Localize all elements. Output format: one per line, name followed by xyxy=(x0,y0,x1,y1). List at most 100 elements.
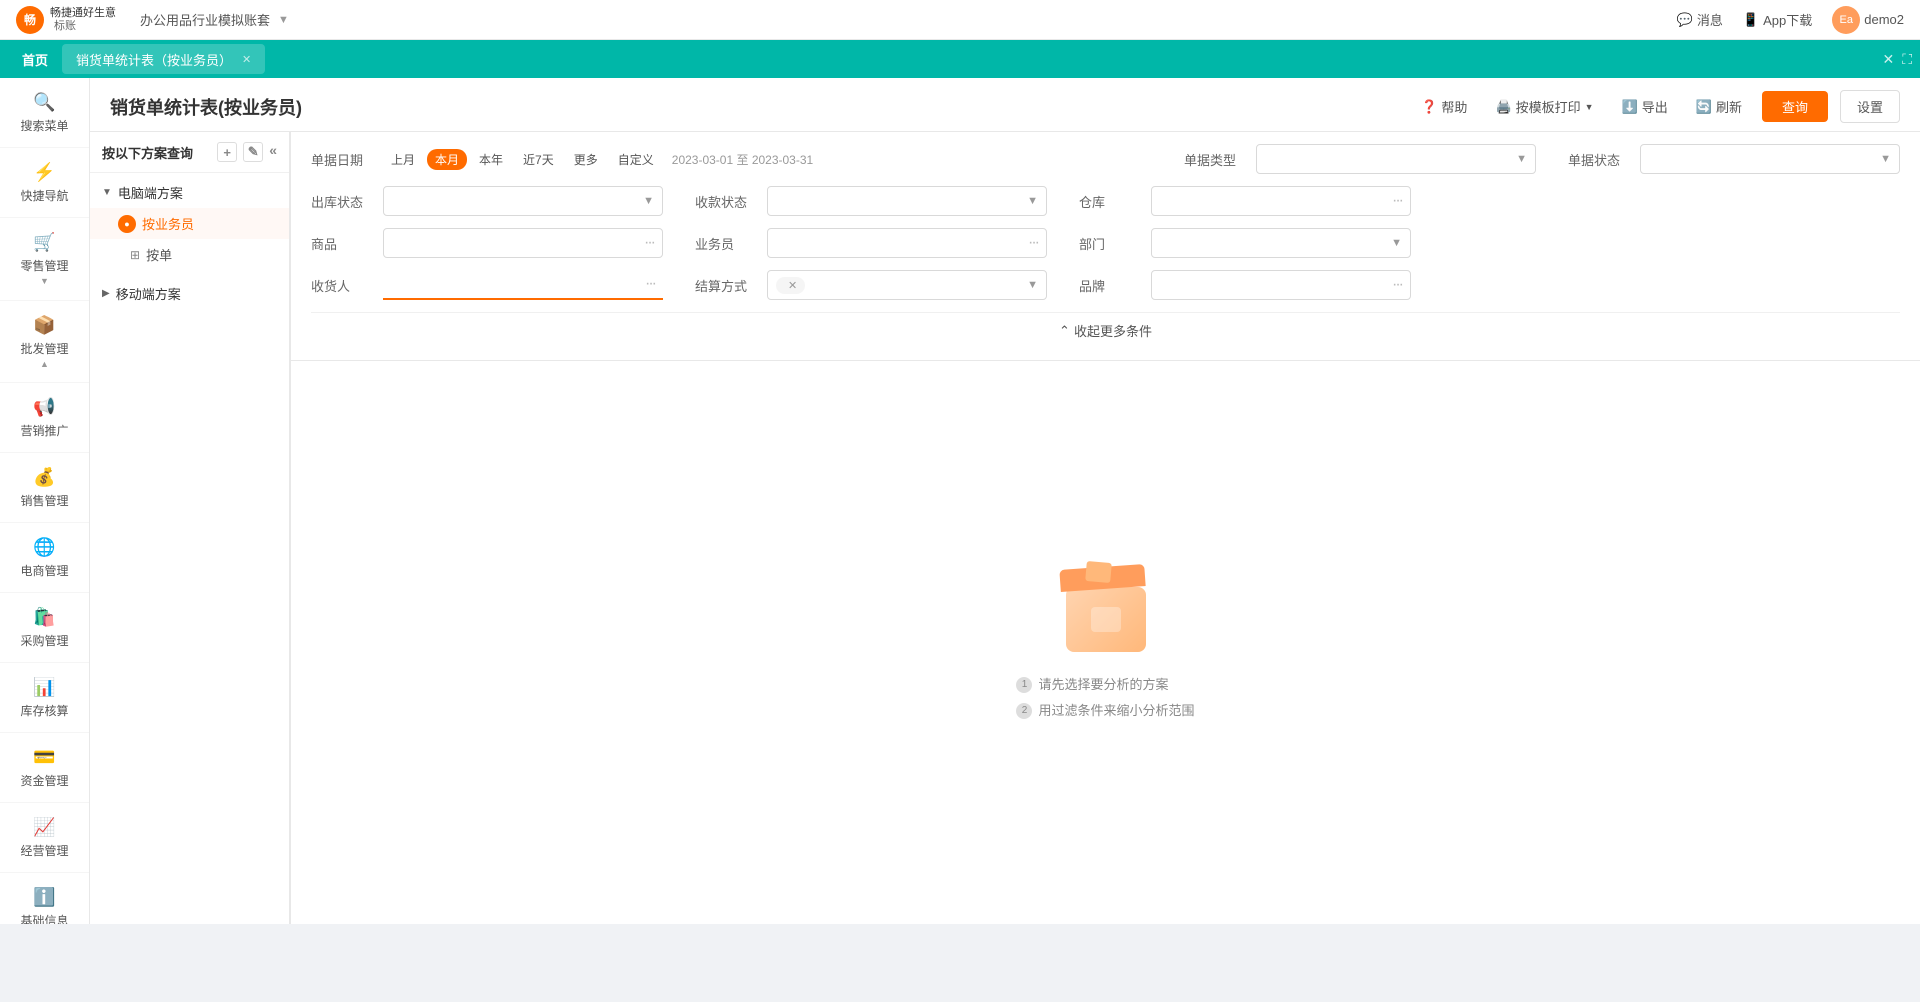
date-tab-custom[interactable]: 自定义 xyxy=(610,149,662,170)
query-button[interactable]: 查询 xyxy=(1762,91,1828,122)
page-header-actions: ❓ 帮助 🖨️ 按模板打印 ▼ ⬇️ 导出 🔄 刷新 查询 设置 xyxy=(1413,90,1900,123)
sidebar-item-ecommerce[interactable]: 🌐 电商管理 xyxy=(0,523,89,593)
scheme-icon-salesperson: ● xyxy=(118,215,136,233)
payment-method-clear-icon[interactable]: ✕ xyxy=(788,279,797,292)
sidebar-item-wholesale[interactable]: 📦 批发管理 ▲ xyxy=(0,301,89,384)
page-header: 销货单统计表(按业务员) ❓ 帮助 🖨️ 按模板打印 ▼ ⬇️ 导出 🔄 刷 xyxy=(90,78,1920,132)
filter-row-4: 收货人 ··· 结算方式 ✕ ▼ 品牌 xyxy=(311,270,1900,300)
sidebar-item-finance[interactable]: 💳 资金管理 xyxy=(0,733,89,803)
mobile-group-label: 移动端方案 xyxy=(116,284,181,303)
product-more-icon: ··· xyxy=(644,234,654,252)
finance-icon: 💳 xyxy=(33,745,55,770)
add-icon: + xyxy=(223,145,231,160)
scheme-label-salesperson: 按业务员 xyxy=(142,214,194,233)
payment-method-control[interactable]: ✕ ▼ xyxy=(767,270,1047,300)
tab-home-label: 首页 xyxy=(22,50,48,69)
mobile-triangle-icon: ▶ xyxy=(102,288,110,299)
payment-method-dropdown-icon: ▼ xyxy=(1027,279,1038,291)
help-icon: ❓ xyxy=(1421,99,1437,115)
warehouse-control[interactable]: ··· xyxy=(1151,186,1411,216)
salesperson-control[interactable]: ··· xyxy=(767,228,1047,258)
app-download-button[interactable]: 📱 App下载 xyxy=(1743,10,1812,29)
tab-sales-stats-label: 销货单统计表（按业务员） xyxy=(76,50,232,69)
logo-area: 畅 畅捷通好生意 标账 xyxy=(16,6,116,34)
out-stock-control[interactable]: ▼ xyxy=(383,186,663,216)
tab-close-icon[interactable]: ✕ xyxy=(242,53,251,66)
department-control[interactable]: ▼ xyxy=(1151,228,1411,258)
box-label xyxy=(1091,607,1121,632)
empty-illustration xyxy=(1046,562,1166,652)
brand-label: 品牌 xyxy=(1079,276,1139,295)
order-icon: ⊞ xyxy=(130,248,140,262)
sidebar-item-sales[interactable]: 💰 销售管理 xyxy=(0,453,89,523)
retail-expand-icon: ▼ xyxy=(40,275,49,288)
sidebar-item-retail[interactable]: 🛒 零售管理 ▼ xyxy=(0,218,89,301)
date-tab-last-month[interactable]: 上月 xyxy=(383,149,423,170)
sidebar-item-search-menu[interactable]: 🔍 搜索菜单 xyxy=(0,78,89,148)
department-dropdown-icon: ▼ xyxy=(1391,237,1402,249)
avatar: Ea xyxy=(1832,6,1860,34)
tab-maximize-icon[interactable]: ⛶ xyxy=(1902,51,1912,68)
sidebar-label-inventory: 库存核算 xyxy=(20,703,68,720)
tab-sales-stats[interactable]: 销货单统计表（按业务员） ✕ xyxy=(62,44,265,74)
product-label: 商品 xyxy=(311,234,371,253)
scheme-by-order[interactable]: ⊞ 按单 xyxy=(90,239,289,270)
order-type-dropdown-icon: ▼ xyxy=(1516,153,1527,165)
sidebar-item-quick-nav[interactable]: ⚡ 快捷导航 xyxy=(0,148,89,218)
sidebar-item-purchase[interactable]: 🛍️ 采购管理 xyxy=(0,593,89,663)
sidebar-item-marketing[interactable]: 📢 营销推广 xyxy=(0,383,89,453)
order-status-label: 单据状态 xyxy=(1568,150,1628,169)
receipt-status-label: 收款状态 xyxy=(695,192,755,211)
message-button[interactable]: 💬 消息 xyxy=(1677,10,1723,29)
date-tab-last7days[interactable]: 近7天 xyxy=(515,149,562,170)
sidebar-item-operations[interactable]: 📈 经营管理 xyxy=(0,803,89,873)
logo-icon: 畅 xyxy=(16,6,44,34)
date-tab-this-year[interactable]: 本年 xyxy=(471,149,511,170)
desktop-group-header[interactable]: ▼ 电脑端方案 xyxy=(90,177,289,208)
receipt-status-control[interactable]: ▼ xyxy=(767,186,1047,216)
edit-scheme-button[interactable]: ✎ xyxy=(243,142,263,162)
add-scheme-button[interactable]: + xyxy=(217,142,237,162)
settings-button[interactable]: 设置 xyxy=(1840,90,1900,123)
collapse-button[interactable]: ⌃ 收起更多条件 xyxy=(1059,321,1152,340)
product-control[interactable]: ··· xyxy=(383,228,663,258)
left-panel-title: 按以下方案查询 xyxy=(102,143,193,162)
tab-bar: 首页 销货单统计表（按业务员） ✕ ✕ ⛶ xyxy=(0,40,1920,78)
payment-method-label: 结算方式 xyxy=(695,276,755,295)
main-layout: 🔍 搜索菜单 ⚡ 快捷导航 🛒 零售管理 ▼ 📦 批发管理 ▲ 📢 营销推广 💰… xyxy=(0,78,1920,924)
export-button[interactable]: ⬇️ 导出 xyxy=(1614,93,1676,120)
empty-tip-1: 1 请先选择要分析的方案 xyxy=(1016,672,1194,698)
sidebar-item-inventory[interactable]: 📊 库存核算 xyxy=(0,663,89,733)
header-right: 💬 消息 📱 App下载 Ea demo2 xyxy=(1677,6,1904,34)
user-profile[interactable]: Ea demo2 xyxy=(1832,6,1904,34)
help-button[interactable]: ❓ 帮助 xyxy=(1413,93,1475,120)
scheme-group-desktop: ▼ 电脑端方案 ● 按业务员 ⊞ 按单 xyxy=(90,173,289,274)
dropdown-arrow-icon[interactable]: ▼ xyxy=(278,14,289,26)
quick-nav-icon: ⚡ xyxy=(33,160,55,185)
date-tab-more[interactable]: 更多 xyxy=(566,149,606,170)
receiver-control[interactable]: ··· xyxy=(383,270,663,300)
filter-row-1: 单据日期 上月 本月 本年 近7天 更多 自定义 2023-03-01 至 20… xyxy=(311,144,1900,174)
department-label: 部门 xyxy=(1079,234,1139,253)
wholesale-expand-icon: ▲ xyxy=(40,358,49,371)
refresh-button[interactable]: 🔄 刷新 xyxy=(1688,93,1750,120)
order-type-control[interactable]: ▼ xyxy=(1256,144,1536,174)
tab-home[interactable]: 首页 xyxy=(8,44,62,74)
mobile-group-header[interactable]: ▶ 移动端方案 xyxy=(90,278,289,309)
filter-row-2: 出库状态 ▼ 收款状态 ▼ 仓库 ··· xyxy=(311,186,1900,216)
tab-bar-actions: ✕ ⛶ xyxy=(1882,51,1912,68)
filter-row-3: 商品 ··· 业务员 ··· 部门 ▼ xyxy=(311,228,1900,258)
tab-close-all-icon[interactable]: ✕ xyxy=(1882,51,1894,68)
date-label: 单据日期 xyxy=(311,150,371,169)
order-status-control[interactable]: ▼ xyxy=(1640,144,1900,174)
order-status-dropdown-icon: ▼ xyxy=(1880,153,1891,165)
brand-control[interactable]: ··· xyxy=(1151,270,1411,300)
template-print-button[interactable]: 🖨️ 按模板打印 ▼ xyxy=(1487,93,1601,120)
order-type-label: 单据类型 xyxy=(1184,150,1244,169)
scheme-by-salesperson[interactable]: ● 按业务员 xyxy=(90,208,289,239)
sidebar-item-basic[interactable]: ℹ️ 基础信息 xyxy=(0,873,89,924)
edit-icon: ✎ xyxy=(248,144,259,160)
message-icon: 💬 xyxy=(1677,12,1693,28)
date-tab-this-month[interactable]: 本月 xyxy=(427,149,467,170)
panel-collapse-button[interactable]: « xyxy=(269,142,277,162)
